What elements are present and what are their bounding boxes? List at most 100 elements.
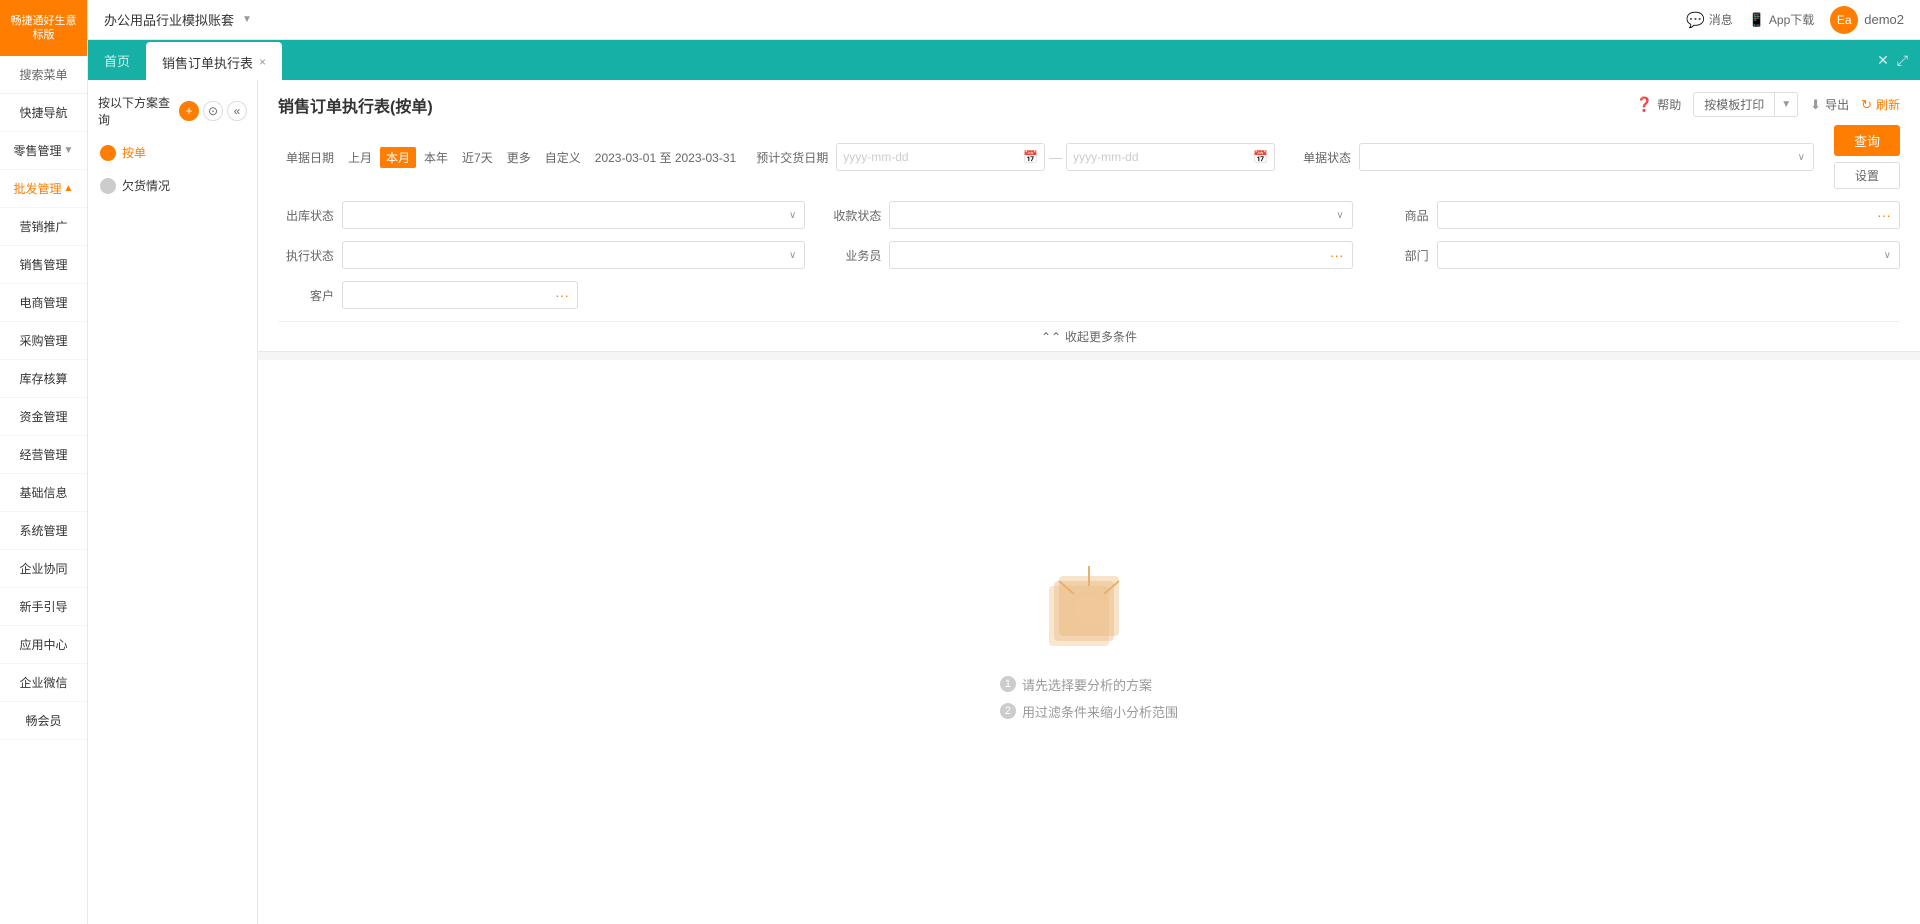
- empty-tips-list: 1 请先选择要分析的方案 2 用过滤条件来缩小分析范围: [1000, 675, 1178, 729]
- scheme-item-by-order[interactable]: 按单: [88, 136, 257, 169]
- topbar-left: 办公用品行业模拟账套 ▼: [104, 10, 252, 29]
- filter-sales-person-select[interactable]: ···: [889, 241, 1352, 269]
- filter-goods-label: 商品: [1373, 207, 1429, 224]
- topbar-dropdown-icon[interactable]: ▼: [242, 14, 252, 25]
- filter-exec-status-label: 执行状态: [278, 247, 334, 264]
- export-icon: ⬇: [1810, 97, 1821, 113]
- left-panel: 按以下方案查询 + ⊙ « 按单 欠货情况: [88, 80, 258, 924]
- sidebar-item-system[interactable]: 系统管理: [0, 512, 87, 550]
- main-content: 办公用品行业模拟账套 ▼ 💬 消息 📱 App下载 Ea demo2 首页 销售…: [88, 0, 1920, 924]
- help-btn[interactable]: ❓ 帮助: [1636, 96, 1681, 113]
- filter-customer-select[interactable]: ···: [342, 281, 578, 309]
- topbar-user-btn[interactable]: Ea demo2: [1830, 6, 1904, 34]
- collapse-panel-btn[interactable]: «: [227, 101, 247, 121]
- date-tab-7days[interactable]: 近7天: [456, 147, 499, 168]
- collapse-filter-btn[interactable]: ⌃⌃ 收起更多条件: [278, 321, 1900, 351]
- sidebar-item-wechat[interactable]: 企业微信: [0, 664, 87, 702]
- sidebar-item-finance[interactable]: 资金管理: [0, 398, 87, 436]
- filter-collect-status-label: 收款状态: [825, 207, 881, 224]
- tab-sales-order[interactable]: 销售订单执行表 ×: [146, 42, 282, 82]
- filter-status-select[interactable]: ∨: [1359, 143, 1814, 171]
- topbar-account-label: 办公用品行业模拟账套: [104, 10, 234, 29]
- sidebar-item-purchase[interactable]: 采购管理: [0, 322, 87, 360]
- tabbar: 首页 销售订单执行表 × ✕ ⤢: [88, 40, 1920, 80]
- filter-goods-select[interactable]: ···: [1437, 201, 1900, 229]
- topbar-app-download-btn[interactable]: 📱 App下载: [1749, 11, 1815, 28]
- filter-out-status-label: 出库状态: [278, 207, 334, 224]
- print-btn-group[interactable]: 按模板打印 ▼: [1693, 92, 1798, 117]
- filter-dept-label: 部门: [1373, 247, 1429, 264]
- filter-collect-status-select[interactable]: ∨: [889, 201, 1352, 229]
- filter-row-4: 客户 ···: [278, 281, 1900, 309]
- sidebar-item-enterprise[interactable]: 企业协同: [0, 550, 87, 588]
- date-tab-this-year[interactable]: 本年: [418, 147, 454, 168]
- sidebar-item-wholesale[interactable]: 批发管理 ▲: [0, 170, 87, 208]
- scheme-item-shortage[interactable]: 欠货情况: [88, 169, 257, 202]
- tab-close-icon[interactable]: ×: [259, 55, 266, 69]
- topbar: 办公用品行业模拟账套 ▼ 💬 消息 📱 App下载 Ea demo2: [88, 0, 1920, 40]
- sidebar-item-sales[interactable]: 销售管理: [0, 246, 87, 284]
- print-btn-label: 按模板打印: [1694, 93, 1775, 116]
- filter-dept-select[interactable]: ∨: [1437, 241, 1900, 269]
- app-download-icon: 📱: [1749, 12, 1765, 28]
- empty-tip-2: 2 用过滤条件来缩小分析范围: [1000, 702, 1178, 721]
- page-area: 按以下方案查询 + ⊙ « 按单 欠货情况 销售订单执行表(按单): [88, 80, 1920, 924]
- tabbar-controls: ✕ ⤢: [1877, 52, 1920, 69]
- sidebar-item-marketing[interactable]: 营销推广: [0, 208, 87, 246]
- add-scheme-btn[interactable]: +: [179, 101, 199, 121]
- topbar-right: 💬 消息 📱 App下载 Ea demo2: [1686, 6, 1904, 34]
- sidebar-item-quick-nav[interactable]: 快捷导航: [0, 94, 87, 132]
- sidebar-item-app-center[interactable]: 应用中心: [0, 626, 87, 664]
- dept-dropdown-icon: ∨: [1884, 250, 1891, 261]
- page-header-actions: ❓ 帮助 按模板打印 ▼ ⬇ 导出 ↻ 刷新: [1636, 92, 1900, 117]
- date-tab-custom[interactable]: 自定义: [539, 147, 587, 168]
- query-btn[interactable]: 查询: [1834, 125, 1900, 156]
- filter-row-1: 单据日期 上月 本月 本年 近7天 更多 自定义 2023-03-01 至 20…: [278, 125, 1900, 189]
- filter-status-label: 单据状态: [1295, 149, 1351, 166]
- left-panel-actions: + ⊙ «: [179, 101, 247, 121]
- date-tabs: 上月 本月 本年 近7天 更多 自定义: [342, 147, 587, 168]
- user-name-label: demo2: [1864, 12, 1904, 27]
- expected-date-end-input[interactable]: yyyy-mm-dd 📅: [1066, 143, 1275, 171]
- filter-exec-status-select[interactable]: ∨: [342, 241, 805, 269]
- filter-expected-date-label: 预计交货日期: [756, 149, 828, 166]
- filter-container: 单据日期 上月 本月 本年 近7天 更多 自定义 2023-03-01 至 20…: [278, 125, 1900, 351]
- sidebar-item-basic-info[interactable]: 基础信息: [0, 474, 87, 512]
- settings-scheme-btn[interactable]: ⊙: [203, 101, 223, 121]
- calendar-end-icon: 📅: [1253, 150, 1268, 164]
- sidebar-item-search[interactable]: 搜索菜单: [0, 56, 87, 94]
- sidebar-item-operations[interactable]: 经营管理: [0, 436, 87, 474]
- filter-out-status-select[interactable]: ∨: [342, 201, 805, 229]
- sidebar-item-member[interactable]: 畅会员: [0, 702, 87, 740]
- tab-home[interactable]: 首页: [88, 40, 146, 80]
- date-tab-last-month[interactable]: 上月: [342, 147, 378, 168]
- date-tab-more[interactable]: 更多: [501, 147, 537, 168]
- filter-expected-date-range: yyyy-mm-dd 📅 — yyyy-mm-dd 📅: [836, 143, 1275, 171]
- query-btn-group: 查询 设置: [1834, 125, 1900, 189]
- sidebar-item-ecommerce[interactable]: 电商管理: [0, 284, 87, 322]
- scheme-icon-order: [100, 145, 116, 161]
- goods-ellipsis-icon: ···: [1877, 207, 1891, 223]
- export-btn[interactable]: ⬇ 导出: [1810, 96, 1849, 113]
- message-icon: 💬: [1686, 11, 1705, 29]
- sidebar-item-retail[interactable]: 零售管理 ▼: [0, 132, 87, 170]
- settings-btn[interactable]: 设置: [1834, 162, 1900, 189]
- topbar-msg-btn[interactable]: 💬 消息: [1686, 11, 1733, 29]
- page-title: 销售订单执行表(按单): [278, 93, 433, 117]
- filter-out-status-item: 出库状态 ∨: [278, 201, 805, 229]
- date-tab-this-month[interactable]: 本月: [380, 147, 416, 168]
- filter-dept-item: 部门 ∨: [1373, 241, 1900, 269]
- filter-goods-item: 商品 ···: [1373, 201, 1900, 229]
- tab-close-window-icon[interactable]: ✕: [1877, 52, 1889, 69]
- expected-date-start-input[interactable]: yyyy-mm-dd 📅: [836, 143, 1045, 171]
- refresh-btn[interactable]: ↻ 刷新: [1861, 96, 1900, 113]
- exec-status-dropdown-icon: ∨: [789, 250, 796, 261]
- filter-customer-item: 客户 ···: [278, 281, 578, 309]
- tab-fullscreen-icon[interactable]: ⤢: [1897, 52, 1908, 69]
- print-dropdown-icon[interactable]: ▼: [1775, 96, 1797, 113]
- sidebar-item-inventory[interactable]: 库存核算: [0, 360, 87, 398]
- sidebar: 畅捷通好生意 标版 搜索菜单 快捷导航 零售管理 ▼ 批发管理 ▲ 营销推广 销…: [0, 0, 88, 924]
- sidebar-item-newbie[interactable]: 新手引导: [0, 588, 87, 626]
- chevron-down-icon: ▼: [64, 145, 74, 156]
- left-panel-title: 按以下方案查询: [98, 94, 179, 128]
